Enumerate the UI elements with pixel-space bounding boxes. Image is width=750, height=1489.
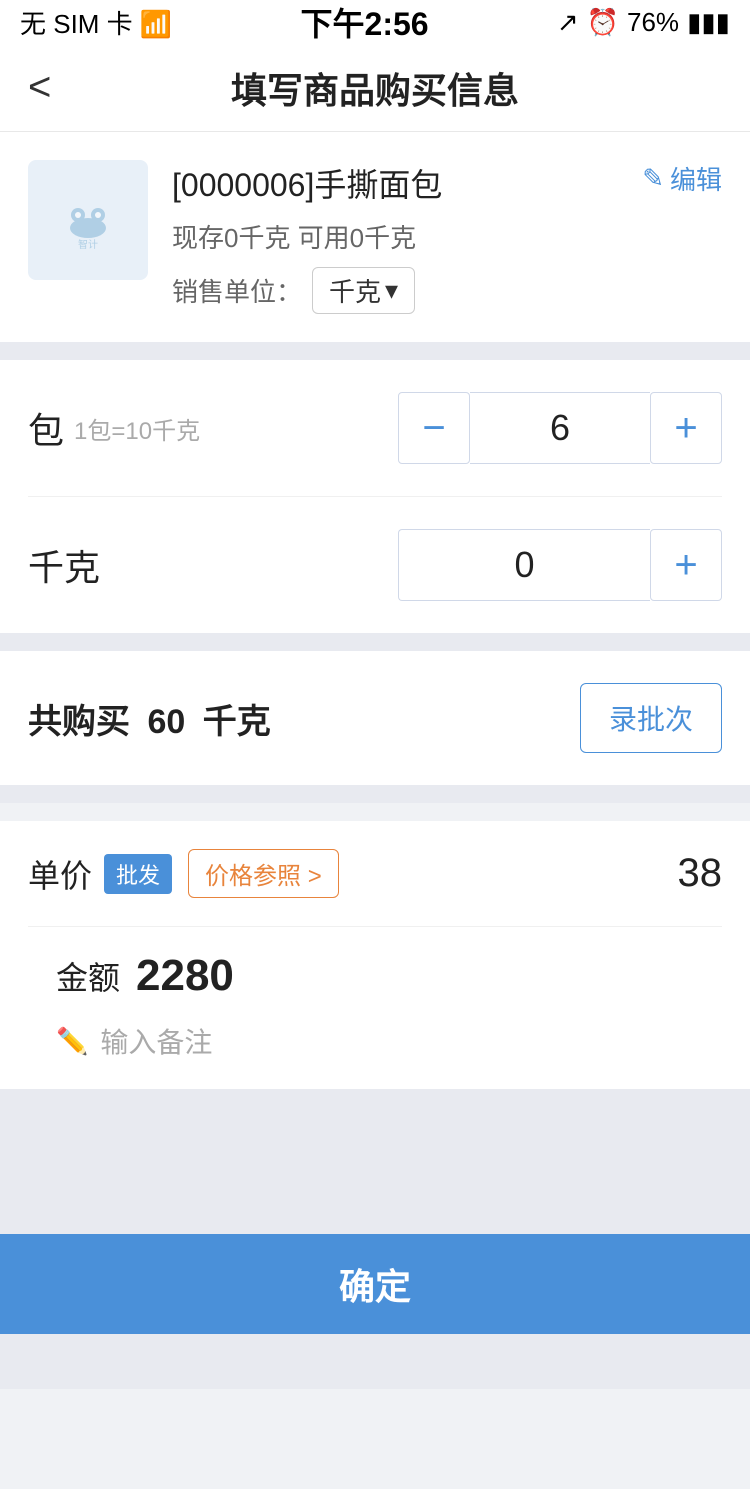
product-image: 智计 [28,160,148,280]
quantity-section: 包 1包=10千克 − + 千克 + [0,360,750,633]
package-label: 包 [28,402,64,454]
price-ref-button[interactable]: 价格参照 > [188,849,339,898]
kilo-plus-button[interactable]: + [650,529,722,601]
status-right: ↗ ⏰ 76% ▮▮▮ [557,7,730,38]
alarm-icon: ⏰ [587,7,619,38]
amount-value: 2280 [136,951,234,1001]
product-stock: 现存0千克 可用0千克 [172,218,722,255]
amount-row: 金额 2280 [56,951,694,1001]
chevron-down-icon: ▾ [385,275,398,306]
kilo-row: 千克 + [28,497,722,633]
page-title: 填写商品购买信息 [231,62,519,114]
package-quantity-control: − + [398,392,722,464]
amount-section: 金额 2280 ✏️ 输入备注 [28,926,722,1089]
package-hint: 1包=10千克 [74,411,200,446]
package-minus-button[interactable]: − [398,392,470,464]
price-tag: 批发 [104,854,172,894]
battery-text: 76% [627,7,679,38]
edit-button[interactable]: ✎ 编辑 [642,160,722,197]
note-label: 输入备注 [100,1021,212,1061]
product-name: [0000006]手撕面包 [172,160,722,206]
status-bar: 无 SIM 卡 📶 下午2:56 ↗ ⏰ 76% ▮▮▮ [0,0,750,44]
edit-icon: ✎ [642,163,664,194]
kilo-label: 千克 [28,539,100,591]
divider-1 [0,342,750,360]
unit-value: 千克 [329,272,381,309]
unit-select[interactable]: 千克 ▾ [312,267,415,314]
product-info: [0000006]手撕面包 现存0千克 可用0千克 销售单位： 千克 ▾ [172,160,722,314]
product-logo-icon: 智计 [58,190,118,250]
divider-3 [0,785,750,803]
total-text: 共购买 60 千克 [28,694,271,743]
note-row[interactable]: ✏️ 输入备注 [56,1021,694,1089]
back-button[interactable]: < [28,65,51,110]
price-row: 单价 批发 价格参照 > 38 [28,849,722,926]
battery-icon: ▮▮▮ [687,7,730,38]
product-unit-row: 销售单位： 千克 ▾ [172,267,722,314]
package-plus-button[interactable]: + [650,392,722,464]
status-left: 无 SIM 卡 📶 [20,4,172,41]
package-quantity-input[interactable] [470,392,650,464]
price-value: 38 [678,851,723,896]
svg-text:智计: 智计 [78,238,98,250]
location-icon: ↗ [557,7,579,38]
kilo-quantity-input[interactable] [398,529,650,601]
package-row: 包 1包=10千克 − + [28,360,722,497]
confirm-button[interactable]: 确定 [0,1234,750,1334]
kilo-quantity-control: + [398,529,722,601]
batch-button[interactable]: 录批次 [580,683,722,753]
price-section: 单价 批发 价格参照 > 38 金额 2280 ✏️ 输入备注 [0,821,750,1089]
status-time: 下午2:56 [301,0,429,45]
product-card: 智计 [0000006]手撕面包 现存0千克 可用0千克 销售单位： 千克 ▾ … [0,132,750,342]
unit-label: 销售单位： [172,272,302,309]
edit-note-icon: ✏️ [56,1026,88,1057]
nav-bar: < 填写商品购买信息 [0,44,750,132]
total-section: 共购买 60 千克 录批次 [0,651,750,785]
price-ref-label: 价格参照 > [205,856,322,891]
divider-2 [0,633,750,651]
price-label: 单价 [28,851,92,897]
amount-label: 金额 [56,953,120,999]
